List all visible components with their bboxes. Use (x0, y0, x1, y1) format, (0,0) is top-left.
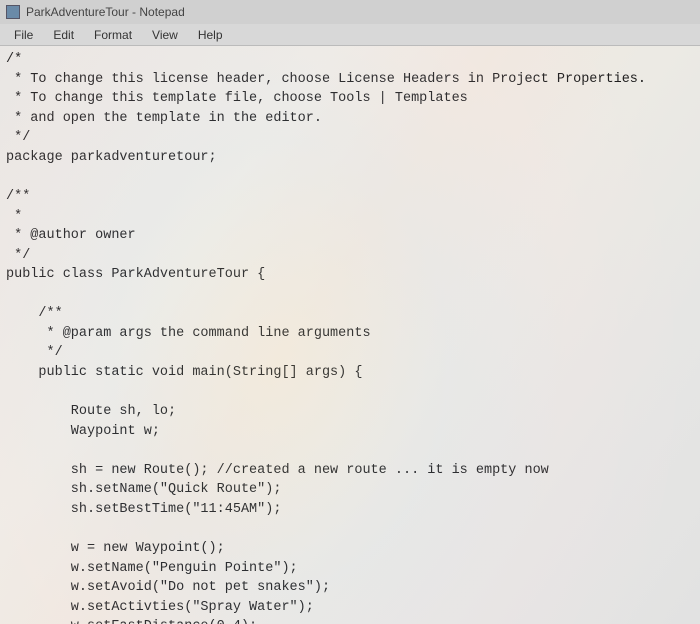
menu-view[interactable]: View (142, 26, 188, 44)
code-line: * (6, 209, 22, 224)
menu-help[interactable]: Help (188, 26, 233, 44)
text-editor-area[interactable]: /* * To change this license header, choo… (0, 46, 700, 624)
code-line: w = new Waypoint(); (6, 541, 225, 556)
menu-bar: File Edit Format View Help (0, 24, 700, 46)
code-line: */ (6, 345, 63, 360)
code-line: sh.setBestTime("11:45AM"); (6, 502, 281, 517)
code-line: public static void main(String[] args) { (6, 365, 362, 380)
code-line: Route sh, lo; (6, 404, 176, 419)
code-line: Waypoint w; (6, 424, 160, 439)
window-title: ParkAdventureTour - Notepad (26, 5, 185, 19)
code-line: */ (6, 248, 30, 263)
window-titlebar: ParkAdventureTour - Notepad (0, 0, 700, 24)
code-line: w.setName("Penguin Pointe"); (6, 561, 298, 576)
code-line: * @author owner (6, 228, 136, 243)
code-line: * and open the template in the editor. (6, 111, 322, 126)
code-line: public class ParkAdventureTour { (6, 267, 265, 282)
code-line: * To change this license header, choose … (6, 72, 646, 87)
code-line: package parkadventuretour; (6, 150, 217, 165)
code-line: w.setActivties("Spray Water"); (6, 600, 314, 615)
app-icon (6, 5, 20, 19)
code-line: /* (6, 52, 22, 67)
code-line: w.setAvoid("Do not pet snakes"); (6, 580, 330, 595)
code-line: * To change this template file, choose T… (6, 91, 468, 106)
code-line: /** (6, 189, 30, 204)
code-line: /** (6, 306, 63, 321)
code-line: w.setEastDistance(0.4); (6, 619, 257, 624)
menu-file[interactable]: File (4, 26, 43, 44)
code-line: sh.setName("Quick Route"); (6, 482, 281, 497)
code-line: * @param args the command line arguments (6, 326, 371, 341)
menu-edit[interactable]: Edit (43, 26, 84, 44)
code-line: sh = new Route(); //created a new route … (6, 463, 549, 478)
menu-format[interactable]: Format (84, 26, 142, 44)
code-line: */ (6, 130, 30, 145)
